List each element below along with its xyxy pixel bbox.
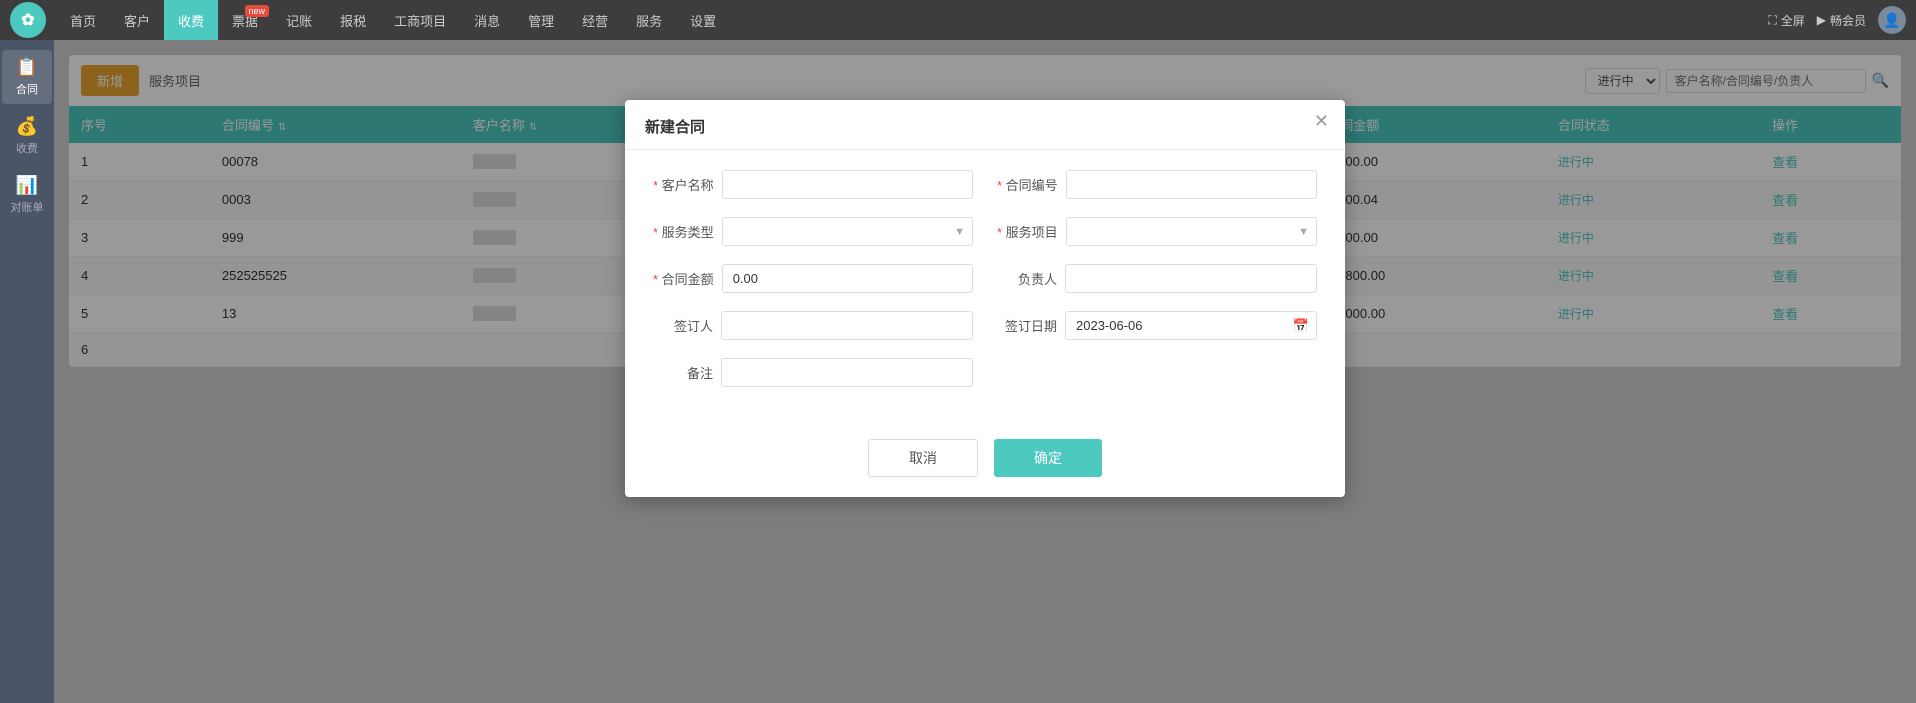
nav-invoicing[interactable]: 收费: [164, 0, 218, 40]
amount-label: 合同金额: [653, 269, 714, 288]
modal-overlay: 新建合同 ✕ 客户名称 合同编号: [54, 40, 1916, 703]
sidebar: 📋 合同 💰 收费 📊 对账单: [0, 40, 54, 703]
sidebar-item-billing[interactable]: 💰 收费: [2, 109, 52, 163]
person-label: 负责人: [997, 269, 1057, 288]
remarks-label: 备注: [653, 363, 713, 382]
form-group-sign-date: 签订日期 📅: [997, 311, 1317, 340]
form-group-signer: 签订人: [653, 311, 973, 340]
customer-name-label: 客户名称: [653, 175, 714, 194]
form-row-2: 服务类型 ▼ 服务项目 ▼: [653, 217, 1317, 246]
sidebar-label-reconcile: 对账单: [11, 199, 44, 215]
sign-date-input[interactable]: [1065, 311, 1317, 340]
form-row-1: 客户名称 合同编号: [653, 170, 1317, 199]
modal-header: 新建合同 ✕: [625, 100, 1345, 150]
person-input[interactable]: [1065, 264, 1317, 293]
service-item-label: 服务项目: [997, 222, 1058, 241]
nav-management[interactable]: 管理: [514, 0, 568, 40]
nav-items: 首页 客户 收费 票据 new 记账 报税 工商项目 消息 管理 经营 服务 设…: [56, 0, 1768, 40]
modal-body: 客户名称 合同编号 服务类型: [625, 150, 1345, 425]
fullscreen-icon: ⛶: [1768, 13, 1776, 28]
nav-business[interactable]: 工商项目: [380, 0, 460, 40]
service-type-select[interactable]: [722, 217, 973, 246]
form-row-5: 备注: [653, 358, 1317, 387]
nav-tickets[interactable]: 票据 new: [218, 0, 272, 40]
new-contract-modal: 新建合同 ✕ 客户名称 合同编号: [625, 100, 1345, 497]
nav-tax[interactable]: 报税: [326, 0, 380, 40]
customer-name-input[interactable]: [722, 170, 973, 199]
confirm-button[interactable]: 确定: [994, 439, 1102, 477]
form-group-customer: 客户名称: [653, 170, 973, 199]
form-group-contract-no: 合同编号: [997, 170, 1317, 199]
member-icon: ▶: [1817, 13, 1826, 27]
sidebar-item-reconcile[interactable]: 📊 对账单: [2, 168, 52, 222]
new-badge: new: [245, 5, 270, 17]
form-group-service-type: 服务类型 ▼: [653, 217, 973, 246]
contract-no-input[interactable]: [1066, 170, 1317, 199]
modal-footer: 取消 确定: [625, 425, 1345, 497]
contract-icon: 📋: [16, 57, 38, 78]
billing-icon: 💰: [16, 116, 38, 137]
user-avatar[interactable]: 👤: [1878, 6, 1906, 34]
service-type-label: 服务类型: [653, 222, 714, 241]
nav-settings[interactable]: 设置: [676, 0, 730, 40]
modal-title: 新建合同: [645, 119, 705, 136]
member-button[interactable]: ▶ 畅会员: [1817, 12, 1866, 29]
form-group-person: 负责人: [997, 264, 1317, 293]
form-row-4: 签订人 签订日期 📅: [653, 311, 1317, 340]
signer-label: 签订人: [653, 316, 713, 335]
cancel-button[interactable]: 取消: [868, 439, 978, 477]
nav-accounting[interactable]: 记账: [272, 0, 326, 40]
top-navigation: ✿ 首页 客户 收费 票据 new 记账 报税 工商项目 消息 管理 经营 服务…: [0, 0, 1916, 40]
sidebar-label-contract: 合同: [16, 81, 38, 97]
service-item-select-wrapper: ▼: [1066, 217, 1317, 246]
nav-services[interactable]: 服务: [622, 0, 676, 40]
avatar-icon: 👤: [1883, 12, 1900, 29]
remarks-input[interactable]: [721, 358, 973, 387]
reconcile-icon: 📊: [16, 175, 38, 196]
signer-input[interactable]: [721, 311, 973, 340]
form-group-remarks: 备注: [653, 358, 973, 387]
nav-right: ⛶ 全屏 ▶ 畅会员 👤: [1768, 6, 1906, 34]
modal-close-button[interactable]: ✕: [1314, 112, 1329, 130]
sign-date-label: 签订日期: [997, 316, 1057, 335]
nav-customer[interactable]: 客户: [110, 0, 164, 40]
nav-messages[interactable]: 消息: [460, 0, 514, 40]
service-item-select[interactable]: [1066, 217, 1317, 246]
logo-icon: ✿: [21, 10, 34, 30]
sidebar-label-billing: 收费: [16, 140, 38, 156]
nav-home[interactable]: 首页: [56, 0, 110, 40]
sidebar-item-contract[interactable]: 📋 合同: [2, 50, 52, 104]
contract-no-label: 合同编号: [997, 175, 1058, 194]
form-group-service-item: 服务项目 ▼: [997, 217, 1317, 246]
main-layout: 📋 合同 💰 收费 📊 对账单 新增 服务项目 进行中 已完成 已终止: [0, 40, 1916, 703]
fullscreen-button[interactable]: ⛶ 全屏: [1768, 12, 1804, 29]
main-content: 新增 服务项目 进行中 已完成 已终止 全部 🔍 序号: [54, 40, 1916, 703]
date-input-wrapper: 📅: [1065, 311, 1317, 340]
amount-input[interactable]: [722, 264, 973, 293]
service-type-select-wrapper: ▼: [722, 217, 973, 246]
form-row-3: 合同金额 负责人: [653, 264, 1317, 293]
form-group-amount: 合同金额: [653, 264, 973, 293]
app-logo: ✿: [10, 2, 46, 38]
nav-operations[interactable]: 经营: [568, 0, 622, 40]
